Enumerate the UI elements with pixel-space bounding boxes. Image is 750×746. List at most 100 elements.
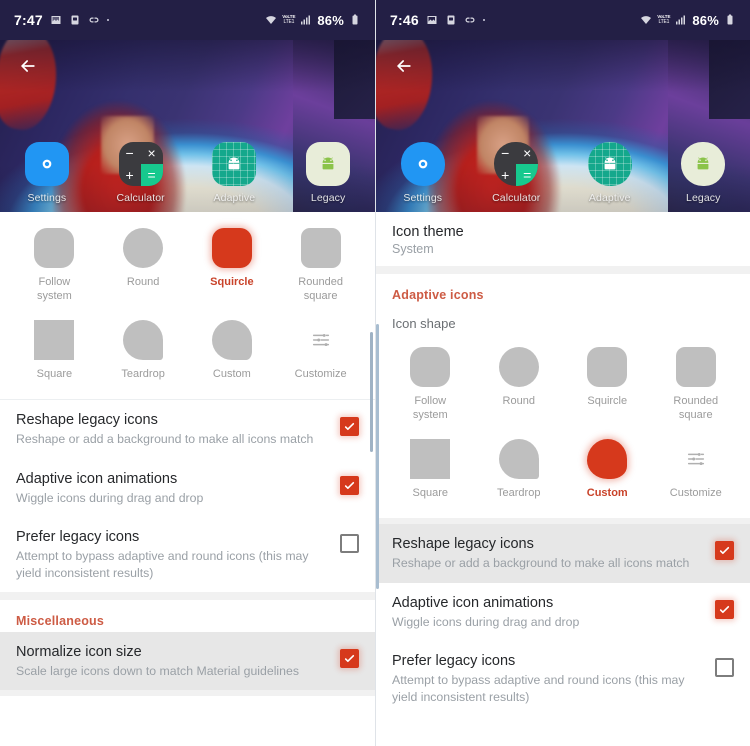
app-preview-label: Legacy xyxy=(310,192,346,204)
shape-option-square[interactable]: Square xyxy=(10,314,99,386)
shape-option-teardrop[interactable]: Teardrop xyxy=(475,433,564,505)
shape-option-rounded-square[interactable]: Rounded square xyxy=(276,222,365,308)
android-adaptive-icon xyxy=(212,142,257,186)
check-icon xyxy=(344,423,355,431)
pref-subtitle: Wiggle icons during drag and drop xyxy=(392,614,580,629)
pref-reshape-legacy-icons[interactable]: Reshape legacy icons Reshape or add a ba… xyxy=(0,400,375,458)
app-preview-label: Calculator xyxy=(116,192,165,204)
checkbox-prefer-legacy-icons[interactable] xyxy=(340,534,359,554)
app-preview-settings[interactable]: Settings xyxy=(376,142,470,204)
shape-swatch-square xyxy=(410,438,451,479)
battery-icon xyxy=(352,14,358,25)
app-preview-label: Settings xyxy=(27,192,67,204)
pref-text: Reshape legacy icons Reshape or add a ba… xyxy=(16,411,330,447)
pref-text: Prefer legacy icons Attempt to bypass ad… xyxy=(16,528,330,581)
checkbox-normalize-icon-size[interactable] xyxy=(340,649,359,668)
app-icon-preview-row: Settings − × + = Calculator Adaptive Leg… xyxy=(376,142,750,204)
pref-text: Reshape legacy icons Reshape or add a ba… xyxy=(392,535,705,571)
settings-gear-icon xyxy=(24,142,69,186)
shape-label: Rounded square xyxy=(298,276,343,302)
pref-icon-theme[interactable]: Icon theme System xyxy=(376,212,750,266)
pref-reshape-legacy-icons[interactable]: Reshape legacy icons Reshape or add a ba… xyxy=(376,524,750,583)
app-preview-legacy[interactable]: Legacy xyxy=(657,142,750,204)
shape-label: Customize xyxy=(669,486,722,499)
app-preview-adaptive[interactable]: Adaptive xyxy=(563,142,657,204)
image-icon xyxy=(51,16,61,24)
check-icon xyxy=(344,481,355,489)
checkbox-adaptive-icon-animations[interactable] xyxy=(715,599,734,619)
pref-subtitle: Reshape or add a background to make all … xyxy=(392,556,690,571)
scrollbar-thumb[interactable] xyxy=(370,332,373,452)
app-preview-calculator[interactable]: − × + = Calculator xyxy=(94,142,188,204)
shape-option-follow-system[interactable]: Follow system xyxy=(10,222,99,308)
link-icon xyxy=(89,17,99,23)
shape-option-square[interactable]: Square xyxy=(386,433,475,505)
pref-title: Adaptive icon animations xyxy=(16,470,178,487)
image-icon xyxy=(427,16,437,24)
app-icon-preview-row: Settings − × + = Calculator Adaptive Leg… xyxy=(0,142,375,204)
pref-subtitle: Attempt to bypass adaptive and round ico… xyxy=(16,549,309,580)
checkbox-reshape-legacy-icons[interactable] xyxy=(715,541,734,561)
shape-option-customize[interactable]: Customize xyxy=(652,433,741,505)
shape-option-round[interactable]: Round xyxy=(475,341,564,427)
icon-shape-header: Icon shape xyxy=(392,316,456,331)
checkbox-prefer-legacy-icons[interactable] xyxy=(715,658,734,678)
pref-title: Reshape legacy icons xyxy=(392,536,534,553)
pref-normalize-icon-size[interactable]: Normalize icon size Scale large icons do… xyxy=(0,632,375,691)
status-bar: 7:46 VoLTE LTE1 86% xyxy=(376,0,750,40)
battery-percent: 86% xyxy=(317,12,344,28)
volte-indicator: VoLTE LTE1 xyxy=(657,15,670,25)
section-gap xyxy=(0,592,375,600)
shape-swatch-squircle xyxy=(211,228,252,268)
calc-key-multiply: × xyxy=(147,145,156,161)
app-preview-calculator[interactable]: − × + = Calculator xyxy=(470,142,564,204)
app-preview-adaptive[interactable]: Adaptive xyxy=(188,142,282,204)
android-legacy-icon xyxy=(681,142,726,186)
shape-option-customize[interactable]: Customize xyxy=(276,314,365,386)
shape-label: Squircle xyxy=(210,276,254,288)
calc-key-equals: = xyxy=(140,164,163,186)
shape-label: Teardrop xyxy=(497,486,541,499)
shape-option-teardrop[interactable]: Teardrop xyxy=(99,314,188,386)
app-preview-label: Settings xyxy=(403,192,443,204)
pref-adaptive-icon-animations[interactable]: Adaptive icon animations Wiggle icons du… xyxy=(376,583,750,641)
pref-prefer-legacy-icons[interactable]: Prefer legacy icons Attempt to bypass ad… xyxy=(0,517,375,592)
left-phone-screen: 7:47 VoLTE LTE1 86% Settings − × + = Cal… xyxy=(0,0,375,746)
app-preview-legacy[interactable]: Legacy xyxy=(281,142,375,204)
shape-swatch-custom xyxy=(211,319,252,360)
back-button[interactable] xyxy=(14,52,42,80)
calculator-icon: − × + = xyxy=(494,142,539,186)
shape-option-custom[interactable]: Custom xyxy=(188,314,277,386)
pref-prefer-legacy-icons[interactable]: Prefer legacy icons Attempt to bypass ad… xyxy=(376,641,750,716)
back-arrow-icon xyxy=(397,60,411,72)
calc-key-minus: − xyxy=(501,145,510,161)
shape-swatch-teardrop xyxy=(123,319,164,360)
check-icon xyxy=(719,605,730,613)
shape-option-squircle[interactable]: Squircle xyxy=(188,222,277,308)
checkbox-reshape-legacy-icons[interactable] xyxy=(340,417,359,437)
wallpaper-icon-preview: Settings − × + = Calculator Adaptive Leg… xyxy=(0,40,375,212)
shape-option-rounded-square[interactable]: Rounded square xyxy=(652,341,741,427)
shape-swatch-follow-system xyxy=(410,347,451,387)
pref-title: Reshape legacy icons xyxy=(16,412,158,429)
checkbox-adaptive-icon-animations[interactable] xyxy=(340,475,359,495)
shape-option-custom[interactable]: Custom xyxy=(563,433,652,505)
shape-label: Custom xyxy=(212,367,251,380)
battery-percent: 86% xyxy=(692,12,719,28)
settings-scroll-area[interactable]: Icon theme System Adaptive icons Icon sh… xyxy=(376,212,750,746)
shape-swatch-round xyxy=(498,347,539,387)
dual-screenshot-comparison: 7:47 VoLTE LTE1 86% Settings − × + = Cal… xyxy=(0,0,750,746)
calc-key-plus: + xyxy=(501,167,510,183)
dot-icon xyxy=(482,19,485,21)
shape-label: Customize xyxy=(294,367,347,380)
back-button[interactable] xyxy=(390,52,418,80)
shape-label: Round xyxy=(502,395,535,407)
shape-option-squircle[interactable]: Squircle xyxy=(563,341,652,427)
shape-label: Follow system xyxy=(36,276,72,302)
pref-adaptive-icon-animations[interactable]: Adaptive icon animations Wiggle icons du… xyxy=(0,459,375,517)
app-preview-settings[interactable]: Settings xyxy=(0,142,94,204)
shape-option-follow-system[interactable]: Follow system xyxy=(386,341,475,427)
settings-scroll-area[interactable]: Follow system Round Squircle Rounded squ… xyxy=(0,212,375,746)
scrollbar-thumb[interactable] xyxy=(376,324,379,589)
shape-option-round[interactable]: Round xyxy=(99,222,188,308)
